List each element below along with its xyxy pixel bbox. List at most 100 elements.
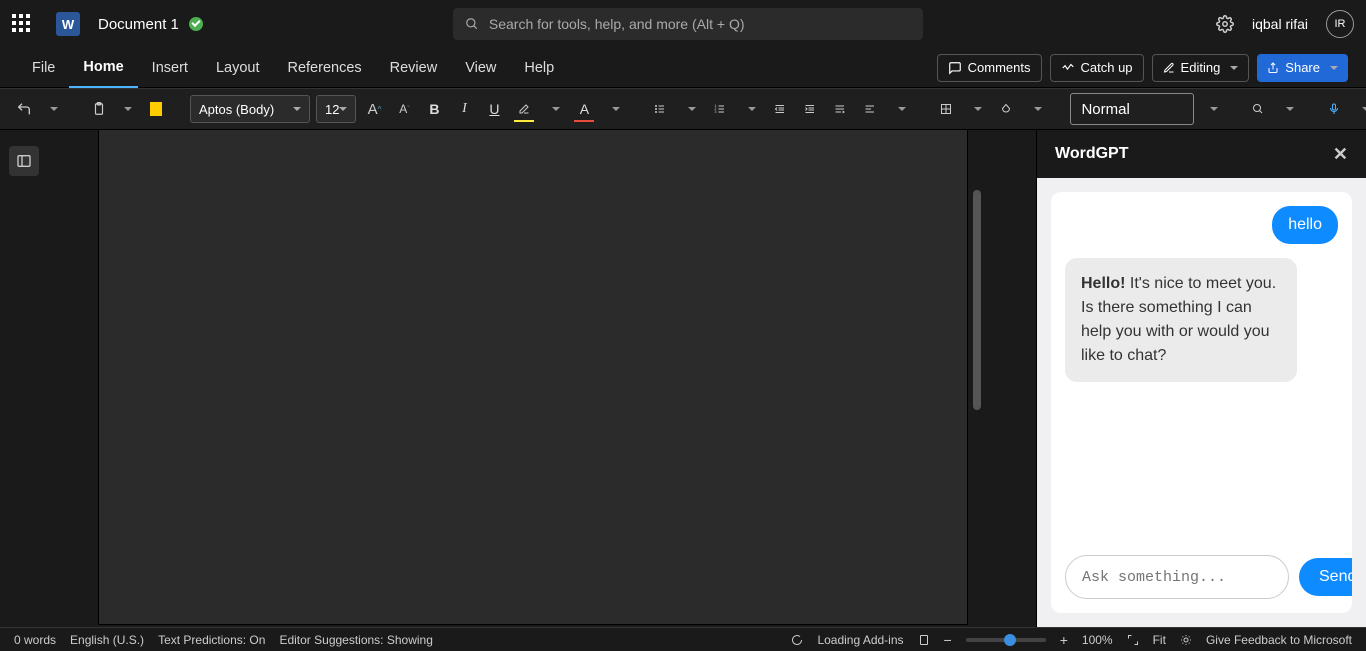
document-canvas[interactable]	[48, 130, 1036, 627]
ribbon-home: Aptos (Body) 12 A^ Aˇ B I U A 123 Normal…	[0, 88, 1366, 130]
search-icon	[465, 17, 479, 31]
work-area: WordGPT ✕ hello Hello! It's nice to meet…	[0, 130, 1366, 627]
numbering-dropdown[interactable]	[738, 95, 762, 123]
format-painter-icon	[150, 102, 162, 116]
format-painter-button[interactable]	[144, 95, 168, 123]
italic-button[interactable]: I	[452, 95, 476, 123]
scrollbar-thumb[interactable]	[973, 190, 981, 410]
chat-input[interactable]	[1065, 555, 1289, 599]
word-logo-icon	[56, 12, 80, 36]
undo-dropdown[interactable]	[40, 95, 64, 123]
close-icon[interactable]: ✕	[1333, 144, 1348, 165]
shrink-font-button[interactable]: Aˇ	[392, 95, 416, 123]
font-size-select[interactable]: 12	[316, 95, 356, 123]
loading-addins-icon	[791, 634, 803, 646]
zoom-in-button[interactable]: +	[1060, 632, 1068, 648]
share-button[interactable]: Share	[1257, 54, 1348, 82]
dictate-dropdown[interactable]	[1352, 95, 1366, 123]
status-predictions[interactable]: Text Predictions: On	[158, 633, 265, 647]
increase-indent-button[interactable]	[798, 95, 822, 123]
align-dropdown[interactable]	[888, 95, 912, 123]
table-button[interactable]	[934, 95, 958, 123]
search-box[interactable]: Search for tools, help, and more (Alt + …	[453, 8, 923, 40]
user-name[interactable]: iqbal rifai	[1252, 16, 1308, 32]
send-button[interactable]: Send	[1299, 558, 1352, 596]
status-language[interactable]: English (U.S.)	[70, 633, 144, 647]
scrollbar[interactable]	[968, 130, 986, 627]
chevron-down-icon	[1330, 66, 1338, 70]
font-color-button[interactable]: A	[572, 95, 596, 123]
paste-dropdown[interactable]	[114, 95, 138, 123]
dictate-button[interactable]	[1322, 95, 1346, 123]
wordgpt-taskpane: WordGPT ✕ hello Hello! It's nice to meet…	[1036, 130, 1366, 627]
title-bar: Document 1 Search for tools, help, and m…	[0, 0, 1366, 48]
tab-layout[interactable]: Layout	[202, 48, 274, 88]
tab-insert[interactable]: Insert	[138, 48, 202, 88]
bold-button[interactable]: B	[422, 95, 446, 123]
editing-label: Editing	[1181, 60, 1221, 75]
tab-home[interactable]: Home	[69, 48, 137, 88]
shading-dropdown[interactable]	[1024, 95, 1048, 123]
menu-bar: File Home Insert Layout References Revie…	[0, 48, 1366, 88]
grow-font-button[interactable]: A^	[362, 95, 386, 123]
chevron-down-icon	[339, 107, 347, 111]
font-family-select[interactable]: Aptos (Body)	[190, 95, 310, 123]
brightness-icon[interactable]	[1180, 634, 1192, 646]
page-mode-icon[interactable]	[918, 633, 930, 647]
chevron-down-icon	[293, 107, 301, 111]
bullets-button[interactable]	[648, 95, 672, 123]
highlight-button[interactable]	[512, 95, 536, 123]
find-button[interactable]	[1246, 95, 1270, 123]
chat-bot-lead: Hello!	[1081, 275, 1125, 292]
numbering-button[interactable]: 123	[708, 95, 732, 123]
font-family-value: Aptos (Body)	[199, 102, 274, 117]
zoom-out-button[interactable]: −	[944, 632, 952, 648]
status-words[interactable]: 0 words	[14, 633, 56, 647]
editing-button[interactable]: Editing	[1152, 54, 1250, 82]
style-select[interactable]: Normal	[1070, 93, 1194, 125]
navigation-pane-button[interactable]	[9, 146, 39, 176]
decrease-indent-button[interactable]	[768, 95, 792, 123]
fit-icon[interactable]	[1127, 634, 1139, 646]
find-dropdown[interactable]	[1276, 95, 1300, 123]
ltr-button[interactable]	[828, 95, 852, 123]
document-title[interactable]: Document 1	[98, 16, 179, 33]
taskpane-header: WordGPT ✕	[1037, 130, 1366, 178]
save-status-icon[interactable]	[189, 17, 203, 31]
table-dropdown[interactable]	[964, 95, 988, 123]
style-dropdown[interactable]	[1200, 95, 1224, 123]
chevron-down-icon	[1230, 66, 1238, 70]
font-color-dropdown[interactable]	[602, 95, 626, 123]
taskpane-body: hello Hello! It's nice to meet you. Is t…	[1037, 178, 1366, 627]
align-button[interactable]	[858, 95, 882, 123]
search-placeholder: Search for tools, help, and more (Alt + …	[489, 16, 745, 32]
tab-file[interactable]: File	[18, 48, 69, 88]
paste-button[interactable]	[86, 95, 112, 123]
bullets-dropdown[interactable]	[678, 95, 702, 123]
highlight-dropdown[interactable]	[542, 95, 566, 123]
tab-help[interactable]: Help	[510, 48, 568, 88]
tab-view[interactable]: View	[451, 48, 510, 88]
tab-references[interactable]: References	[273, 48, 375, 88]
zoom-slider-knob[interactable]	[1004, 634, 1016, 646]
chat-user-message: hello	[1272, 206, 1338, 244]
tab-review[interactable]: Review	[376, 48, 452, 88]
status-fit[interactable]: Fit	[1153, 633, 1166, 647]
share-label: Share	[1285, 60, 1320, 75]
undo-button[interactable]	[10, 95, 38, 123]
chat-bot-message: Hello! It's nice to meet you. Is there s…	[1065, 258, 1297, 382]
catchup-button[interactable]: Catch up	[1050, 54, 1144, 82]
status-editor[interactable]: Editor Suggestions: Showing	[279, 633, 432, 647]
shading-button[interactable]	[994, 95, 1018, 123]
chat-messages: hello Hello! It's nice to meet you. Is t…	[1065, 206, 1338, 543]
settings-icon[interactable]	[1216, 15, 1234, 33]
app-launcher-icon[interactable]	[12, 14, 32, 34]
page[interactable]	[98, 130, 968, 625]
status-feedback[interactable]: Give Feedback to Microsoft	[1206, 633, 1352, 647]
status-zoom[interactable]: 100%	[1082, 633, 1113, 647]
zoom-slider[interactable]	[966, 638, 1046, 642]
underline-button[interactable]: U	[482, 95, 506, 123]
comments-button[interactable]: Comments	[937, 54, 1042, 82]
user-avatar[interactable]: IR	[1326, 10, 1354, 38]
chat-card: hello Hello! It's nice to meet you. Is t…	[1051, 192, 1352, 613]
